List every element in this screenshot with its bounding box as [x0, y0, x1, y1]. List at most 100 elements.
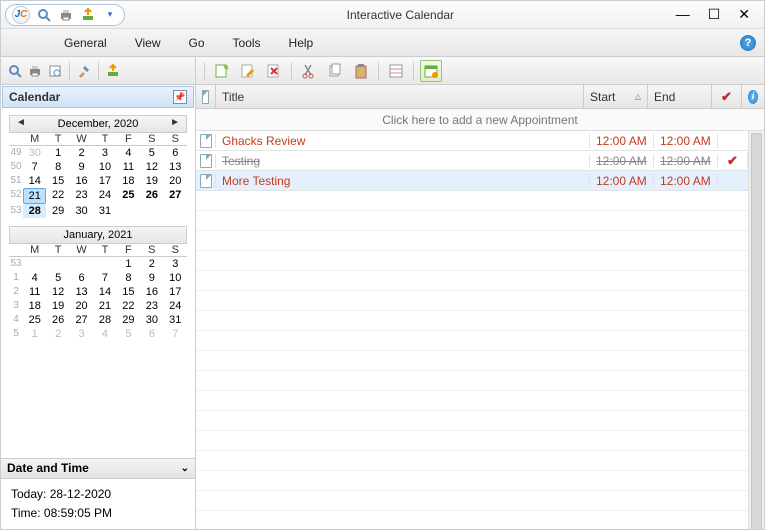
day-cell[interactable]: 20 [164, 174, 187, 188]
paste-button[interactable] [350, 60, 372, 82]
close-button[interactable]: ✕ [738, 6, 750, 23]
day-cell[interactable]: 30 [70, 204, 93, 218]
day-cell[interactable]: 12 [46, 285, 69, 299]
day-cell[interactable]: 24 [164, 299, 187, 313]
day-cell[interactable]: 19 [46, 299, 69, 313]
day-cell[interactable]: 6 [140, 327, 163, 341]
search-icon[interactable] [36, 7, 52, 23]
day-cell[interactable]: 26 [46, 313, 69, 327]
day-cell[interactable]: 14 [23, 174, 46, 188]
day-cell[interactable]: 5 [117, 327, 140, 341]
day-cell[interactable]: 3 [164, 257, 187, 271]
column-title[interactable]: Title [216, 85, 584, 108]
day-cell[interactable]: 11 [117, 160, 140, 174]
minimize-button[interactable]: — [676, 6, 690, 23]
day-cell[interactable]: 1 [23, 327, 46, 341]
day-cell[interactable]: 8 [46, 160, 69, 174]
calendar-view-button[interactable] [420, 60, 442, 82]
month-header[interactable]: ◄December, 2020► [9, 115, 187, 133]
help-icon[interactable]: ? [740, 35, 756, 51]
day-cell[interactable]: 30 [23, 146, 46, 160]
day-cell[interactable]: 18 [23, 299, 46, 313]
table-row[interactable]: Ghacks Review12:00 AM12:00 AM [196, 131, 764, 151]
day-cell[interactable]: 21 [93, 299, 116, 313]
column-end[interactable]: End [648, 85, 712, 108]
day-cell[interactable]: 29 [117, 313, 140, 327]
day-cell[interactable]: 22 [46, 188, 69, 204]
day-cell[interactable]: 1 [46, 146, 69, 160]
scrollbar[interactable] [748, 131, 764, 529]
day-cell[interactable]: 10 [164, 271, 187, 285]
day-cell[interactable]: 8 [117, 271, 140, 285]
day-cell[interactable]: 5 [140, 146, 163, 160]
day-cell[interactable]: 17 [164, 285, 187, 299]
day-cell[interactable]: 28 [93, 313, 116, 327]
day-cell[interactable]: 28 [23, 204, 46, 218]
day-cell[interactable]: 10 [93, 160, 116, 174]
day-cell[interactable]: 11 [23, 285, 46, 299]
day-cell[interactable]: 15 [117, 285, 140, 299]
menu-tools[interactable]: Tools [220, 31, 274, 55]
maximize-button[interactable]: ☐ [708, 6, 721, 23]
day-cell[interactable]: 22 [117, 299, 140, 313]
export-icon[interactable] [105, 63, 121, 79]
day-cell[interactable]: 2 [46, 327, 69, 341]
preview-icon[interactable] [47, 63, 63, 79]
day-cell[interactable]: 1 [117, 257, 140, 271]
day-cell[interactable]: 7 [164, 327, 187, 341]
day-cell[interactable]: 21 [23, 188, 46, 204]
day-cell[interactable]: 30 [140, 313, 163, 327]
day-cell[interactable]: 3 [70, 327, 93, 341]
column-info[interactable]: i [742, 85, 764, 108]
edit-button[interactable] [237, 60, 259, 82]
column-start[interactable]: Start△ [584, 85, 648, 108]
table-row[interactable]: More Testing12:00 AM12:00 AM [196, 171, 764, 191]
day-cell[interactable]: 12 [140, 160, 163, 174]
day-cell[interactable]: 25 [23, 313, 46, 327]
day-cell[interactable]: 25 [117, 188, 140, 204]
print-icon[interactable] [58, 7, 74, 23]
day-cell[interactable]: 9 [140, 271, 163, 285]
day-cell[interactable]: 27 [164, 188, 187, 204]
day-cell[interactable]: 31 [164, 313, 187, 327]
day-cell[interactable]: 19 [140, 174, 163, 188]
day-cell[interactable]: 13 [164, 160, 187, 174]
day-cell[interactable]: 13 [70, 285, 93, 299]
day-cell[interactable]: 4 [117, 146, 140, 160]
day-cell[interactable]: 3 [93, 146, 116, 160]
print-icon[interactable] [27, 63, 43, 79]
menu-go[interactable]: Go [176, 31, 218, 55]
day-cell[interactable]: 23 [70, 188, 93, 204]
day-cell[interactable]: 15 [46, 174, 69, 188]
day-cell[interactable]: 20 [70, 299, 93, 313]
day-cell[interactable]: 2 [140, 257, 163, 271]
list-view-button[interactable] [385, 60, 407, 82]
pin-icon[interactable]: 📌 [173, 90, 187, 104]
new-appointment-button[interactable] [211, 60, 233, 82]
day-cell[interactable]: 17 [93, 174, 116, 188]
day-cell[interactable]: 16 [70, 174, 93, 188]
next-month-button[interactable]: ► [166, 117, 184, 128]
day-cell[interactable]: 23 [140, 299, 163, 313]
column-done[interactable]: ✔ [712, 85, 742, 108]
prev-month-button[interactable]: ◄ [12, 117, 30, 128]
day-cell[interactable]: 4 [23, 271, 46, 285]
row-done-cell[interactable]: ✔ [718, 153, 748, 169]
menu-general[interactable]: General [51, 31, 120, 55]
app-logo[interactable]: JC [12, 6, 30, 24]
day-cell[interactable]: 6 [70, 271, 93, 285]
day-cell[interactable]: 24 [93, 188, 116, 204]
menu-help[interactable]: Help [276, 31, 327, 55]
add-appointment-row[interactable]: Click here to add a new Appointment [196, 109, 764, 131]
day-cell[interactable]: 6 [164, 146, 187, 160]
day-cell[interactable]: 9 [70, 160, 93, 174]
month-header[interactable]: January, 2021 [9, 226, 187, 244]
day-cell[interactable]: 4 [93, 327, 116, 341]
day-cell[interactable]: 18 [117, 174, 140, 188]
day-cell[interactable]: 2 [70, 146, 93, 160]
day-cell[interactable]: 7 [23, 160, 46, 174]
delete-button[interactable] [263, 60, 285, 82]
day-cell[interactable]: 26 [140, 188, 163, 204]
day-cell[interactable]: 29 [46, 204, 69, 218]
copy-button[interactable] [324, 60, 346, 82]
